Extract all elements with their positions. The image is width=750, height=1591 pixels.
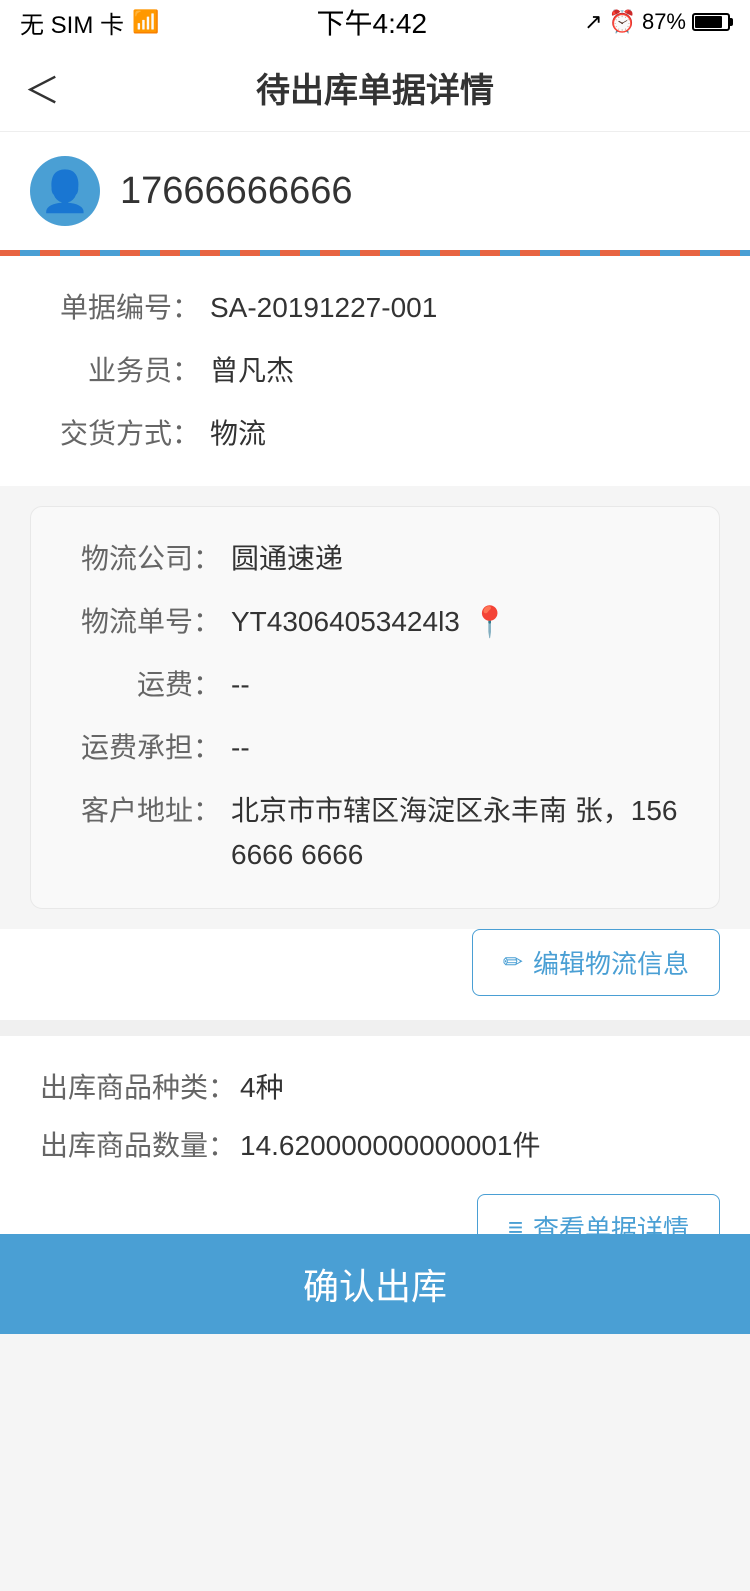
goods-quantity-row: 出库商品数量： 14.620000000000001件 <box>40 1124 710 1164</box>
carrier-label: 无 SIM 卡 <box>20 5 124 40</box>
customer-phone: 17666666666 <box>120 170 352 213</box>
freight-label: 运费： <box>61 663 221 708</box>
alarm-icon: ⏰ <box>609 9 636 35</box>
edit-btn-label: 编辑物流信息 <box>533 944 689 981</box>
bottom-area: 确认出库 <box>0 1234 750 1334</box>
logistics-company-row: 物流公司： 圆通速递 <box>61 537 689 582</box>
logistics-company-label: 物流公司： <box>61 537 221 582</box>
address-row: 客户地址： 北京市市辖区海淀区永丰南 张，156 6666 6666 <box>61 789 689 879</box>
document-number-label: 单据编号： <box>40 286 200 331</box>
freight-bearer-value: -- <box>221 726 689 771</box>
goods-types-value: 4种 <box>240 1066 710 1106</box>
goods-types-label: 出库商品种类： <box>40 1066 240 1106</box>
battery-fill <box>695 16 722 28</box>
sales-person-value: 曾凡杰 <box>200 349 710 394</box>
avatar-icon: 👤 <box>40 168 90 215</box>
address-label: 客户地址： <box>61 789 221 834</box>
location-status-icon: ↗ <box>584 9 602 35</box>
document-number-row: 单据编号： SA-20191227-001 <box>40 286 710 331</box>
document-number-value: SA-20191227-001 <box>200 286 710 331</box>
tracking-number-value: YT43064053424l3 <box>231 600 460 645</box>
goods-types-row: 出库商品种类： 4种 <box>40 1066 710 1106</box>
delivery-method-row: 交货方式： 物流 <box>40 412 710 457</box>
status-time: 下午4:42 <box>317 2 428 42</box>
goods-quantity-label: 出库商品数量： <box>40 1124 240 1164</box>
freight-bearer-row: 运费承担： -- <box>61 726 689 771</box>
battery-icon <box>692 13 730 31</box>
confirm-outbound-button[interactable]: 确认出库 <box>0 1234 750 1334</box>
customer-header: 👤 17666666666 <box>0 132 750 250</box>
edit-logistics-button[interactable]: ✏ 编辑物流信息 <box>472 929 720 996</box>
wifi-icon: 📶 <box>132 9 159 35</box>
order-info-section: 单据编号： SA-20191227-001 业务员： 曾凡杰 交货方式： 物流 <box>0 256 750 486</box>
section-divider <box>0 1020 750 1036</box>
goods-quantity-value: 14.620000000000001件 <box>240 1124 710 1164</box>
sales-person-label: 业务员： <box>40 349 200 394</box>
goods-section: 出库商品种类： 4种 出库商品数量： 14.620000000000001件 <box>0 1036 750 1194</box>
tracking-number-row: 物流单号： YT43064053424l3 📍 <box>61 600 689 645</box>
nav-bar: ＜ 待出库单据详情 <box>0 44 750 132</box>
delivery-method-label: 交货方式： <box>40 412 200 457</box>
page-title: 待出库单据详情 <box>256 63 494 112</box>
confirm-btn-label: 确认出库 <box>303 1258 447 1310</box>
map-location-icon[interactable]: 📍 <box>472 605 508 641</box>
freight-row: 运费： -- <box>61 663 689 708</box>
address-value: 北京市市辖区海淀区永丰南 张，156 6666 6666 <box>221 789 689 879</box>
edit-icon: ✏ <box>503 948 523 977</box>
freight-value: -- <box>221 663 689 708</box>
back-button[interactable]: ＜ <box>24 62 60 114</box>
freight-bearer-label: 运费承担： <box>61 726 221 771</box>
logistics-company-value: 圆通速递 <box>221 537 689 582</box>
status-left: 无 SIM 卡 📶 <box>20 5 159 40</box>
sales-person-row: 业务员： 曾凡杰 <box>40 349 710 394</box>
edit-btn-area: ✏ 编辑物流信息 <box>0 929 750 1020</box>
tracking-number-container: YT43064053424l3 📍 <box>221 600 689 645</box>
logistics-card: 物流公司： 圆通速递 物流单号： YT43064053424l3 📍 运费： -… <box>30 506 720 909</box>
avatar: 👤 <box>30 156 100 226</box>
delivery-method-value: 物流 <box>200 412 710 457</box>
status-bar: 无 SIM 卡 📶 下午4:42 ↗ ⏰ 87% <box>0 0 750 44</box>
battery-percent: 87% <box>642 9 686 35</box>
status-right: ↗ ⏰ 87% <box>584 9 730 35</box>
tracking-number-label: 物流单号： <box>61 600 221 645</box>
